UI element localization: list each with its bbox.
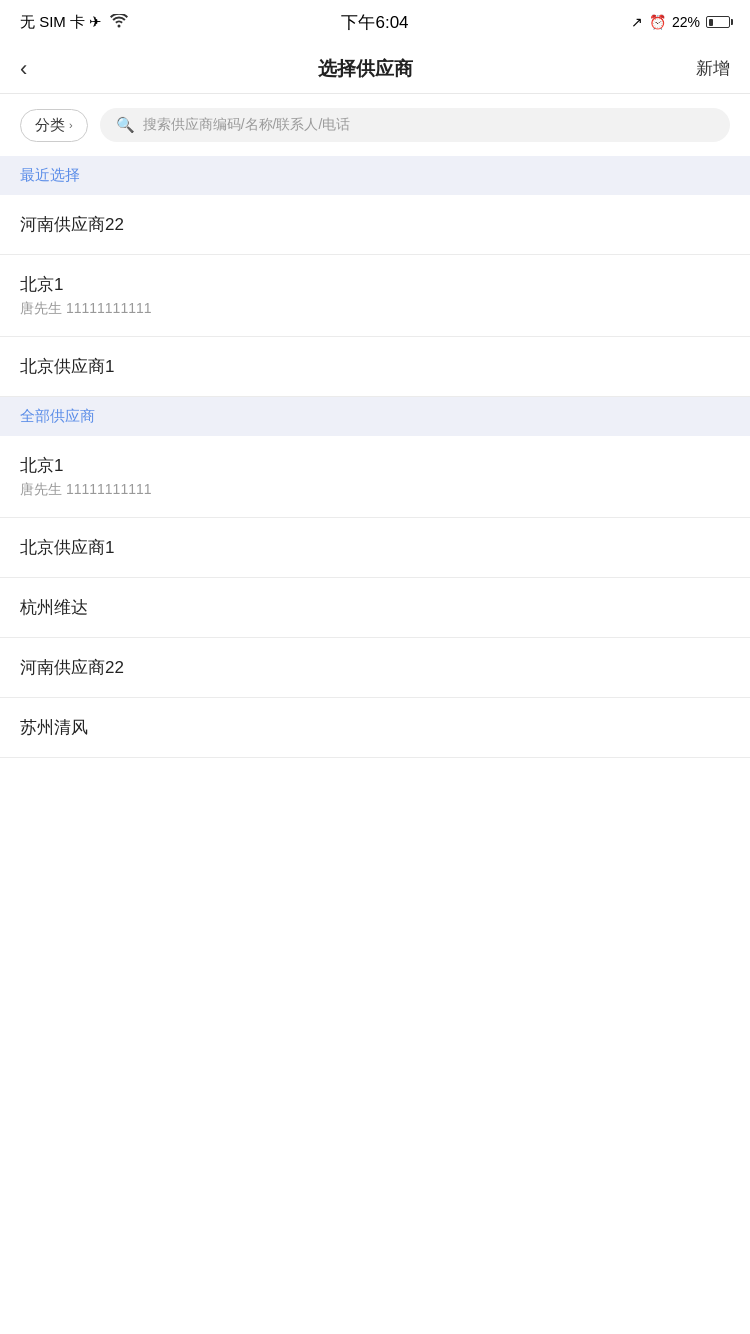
supplier-sub: 唐先生 11111111111: [20, 300, 730, 318]
section-header-all: 全部供应商: [0, 397, 750, 436]
location-icon: ↗: [631, 14, 643, 30]
add-button[interactable]: 新增: [670, 57, 730, 80]
search-placeholder: 搜索供应商编码/名称/联系人/电话: [143, 116, 351, 134]
supplier-name: 苏州清风: [20, 716, 730, 739]
list-item[interactable]: 杭州维达: [0, 578, 750, 638]
back-button[interactable]: ‹: [20, 56, 60, 82]
supplier-sub: 唐先生 11111111111: [20, 481, 730, 499]
list-item[interactable]: 河南供应商22: [0, 195, 750, 255]
wifi-icon: [110, 14, 128, 31]
list-item[interactable]: 北京供应商1: [0, 337, 750, 397]
supplier-name: 杭州维达: [20, 596, 730, 619]
supplier-name: 河南供应商22: [20, 656, 730, 679]
supplier-name: 北京供应商1: [20, 536, 730, 559]
filter-bar: 分类 › 🔍 搜索供应商编码/名称/联系人/电话: [0, 94, 750, 156]
status-right: ↗ ⏰ 22%: [631, 14, 730, 30]
battery-icon: [706, 16, 730, 28]
list-item[interactable]: 北京供应商1: [0, 518, 750, 578]
supplier-name: 北京供应商1: [20, 355, 730, 378]
section-header-recent: 最近选择: [0, 156, 750, 195]
category-filter-button[interactable]: 分类 ›: [20, 109, 88, 142]
alarm-icon: ⏰: [649, 14, 666, 30]
battery-percent: 22%: [672, 14, 700, 30]
status-time: 下午6:04: [341, 11, 408, 34]
status-bar: 无 SIM 卡 ✈ 下午6:04 ↗ ⏰ 22%: [0, 0, 750, 44]
supplier-name: 北京1: [20, 454, 730, 477]
status-left: 无 SIM 卡 ✈: [20, 13, 128, 32]
list-item[interactable]: 北京1 唐先生 11111111111: [0, 436, 750, 518]
page-title: 选择供应商: [60, 56, 670, 82]
supplier-list: 最近选择河南供应商22 北京1 唐先生 11111111111 北京供应商1 全部供应商…: [0, 156, 750, 758]
category-label: 分类: [35, 116, 65, 135]
nav-bar: ‹ 选择供应商 新增: [0, 44, 750, 94]
search-icon: 🔍: [116, 116, 135, 134]
chevron-right-icon: ›: [69, 119, 73, 131]
supplier-name: 河南供应商22: [20, 213, 730, 236]
sim-status: 无 SIM 卡 ✈: [20, 13, 102, 32]
list-item[interactable]: 河南供应商22: [0, 638, 750, 698]
list-item[interactable]: 苏州清风: [0, 698, 750, 758]
search-input[interactable]: 🔍 搜索供应商编码/名称/联系人/电话: [100, 108, 730, 142]
supplier-name: 北京1: [20, 273, 730, 296]
list-item[interactable]: 北京1 唐先生 11111111111: [0, 255, 750, 337]
